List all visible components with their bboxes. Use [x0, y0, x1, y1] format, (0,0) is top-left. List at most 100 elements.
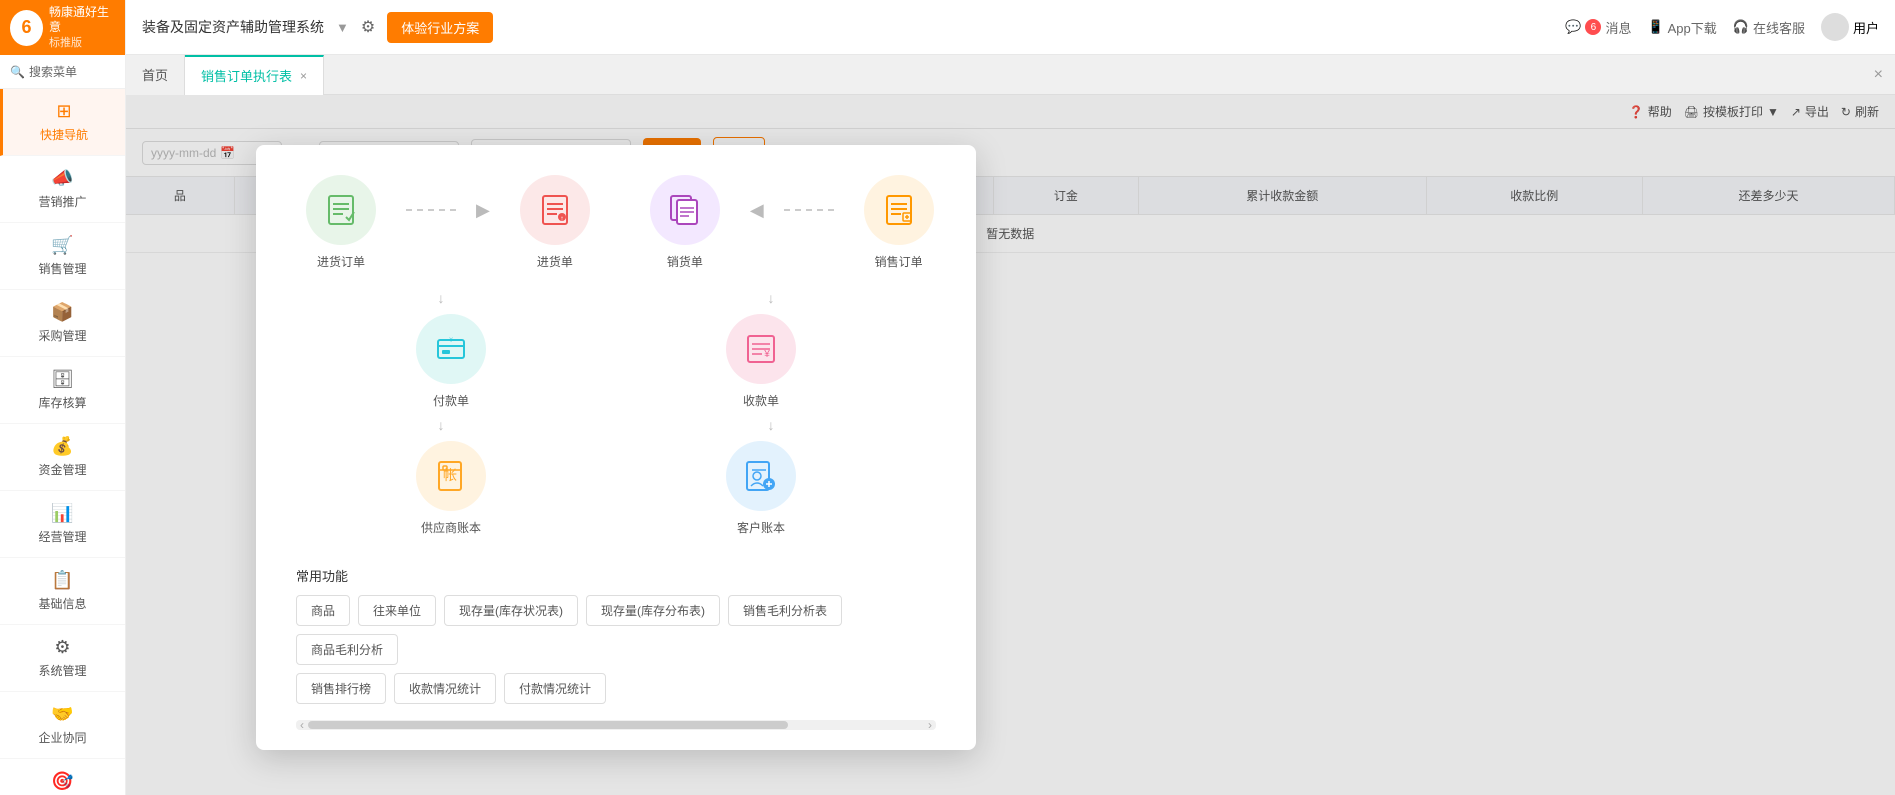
- customer-ledger-circle: [726, 441, 796, 511]
- sidebar-item-purchase[interactable]: 📦 采购管理: [0, 290, 125, 357]
- flow-row-arrows: ↓ ↓: [296, 290, 936, 306]
- purchase-bill-icon: ↑: [537, 192, 573, 228]
- sales-bill-icon: [667, 192, 703, 228]
- payment-icon: ¥: [433, 331, 469, 367]
- func-btn-inventory-status[interactable]: 现存量(库存状况表): [444, 595, 578, 626]
- tab-sales-order[interactable]: 销售订单执行表 ×: [185, 55, 324, 95]
- sidebar-item-quick-nav[interactable]: ⊞ 快捷导航: [0, 89, 125, 156]
- flow-item-payment[interactable]: ¥ 付款单: [406, 314, 496, 409]
- content-area: ❓ 帮助 🖨 按模板打印 ▼ ↗ 导出 ↻ 刷新: [126, 95, 1895, 795]
- flow-item-sales-order[interactable]: 销售订单: [854, 175, 944, 270]
- down-arrow-sales: ↓: [716, 290, 826, 306]
- sidebar-item-basic[interactable]: 📋 基础信息: [0, 558, 125, 625]
- newbie-icon: 🎯: [51, 771, 73, 792]
- message-badge: 6: [1585, 19, 1601, 35]
- scroll-right-icon[interactable]: ›: [924, 718, 936, 732]
- sidebar-item-system[interactable]: ⚙ 系统管理: [0, 625, 125, 692]
- try-industry-button[interactable]: 体验行业方案: [387, 12, 493, 43]
- payment-circle: ¥: [416, 314, 486, 384]
- logo-text: 畅康通好生意 标推版: [49, 5, 115, 50]
- sidebar-item-sales[interactable]: 🛒 销售管理: [0, 223, 125, 290]
- quick-nav-modal: 进货订单 ▶: [256, 145, 976, 750]
- basic-icon: 📋: [51, 570, 73, 591]
- purchase-order-circle: [306, 175, 376, 245]
- marketing-icon: 📣: [51, 168, 73, 189]
- func-buttons-row1: 商品 往来单位 现存量(库存状况表) 现存量(库存分布表) 销售毛利分析表 商品…: [296, 595, 936, 665]
- purchase-bill-label: 进货单: [537, 253, 573, 270]
- down-arrow-receipt: ↓: [716, 417, 826, 433]
- finance-icon: 💰: [51, 436, 73, 457]
- message-btn[interactable]: 💬 6 消息: [1565, 18, 1631, 37]
- customer-ledger-icon: [743, 458, 779, 494]
- func-btn-partner[interactable]: 往来单位: [358, 595, 436, 626]
- window-close-icon[interactable]: ×: [1862, 66, 1895, 84]
- sales-bill-label: 销货单: [667, 253, 703, 270]
- modal-scrollbar[interactable]: ‹ ›: [296, 720, 936, 730]
- system-icon: ⚙: [54, 637, 70, 658]
- sidebar-item-marketing[interactable]: 📣 营销推广: [0, 156, 125, 223]
- sidebar-item-business[interactable]: 📊 经营管理: [0, 491, 125, 558]
- tabs-bar: 首页 销售订单执行表 × ×: [126, 55, 1895, 95]
- sidebar-item-finance[interactable]: 💰 资金管理: [0, 424, 125, 491]
- enterprise-icon: 🤝: [51, 704, 73, 725]
- flow-item-purchase-bill[interactable]: ↑ 进货单: [510, 175, 600, 270]
- dropdown-arrow-icon[interactable]: ▼: [336, 20, 349, 35]
- flow-item-sales-bill[interactable]: 销货单: [640, 175, 730, 270]
- sidebar-item-inventory[interactable]: 🗄 库存核算: [0, 357, 125, 424]
- sales-order-label: 销售订单: [875, 253, 923, 270]
- user-avatar: [1821, 13, 1849, 41]
- sales-order-circle: [864, 175, 934, 245]
- customer-ledger-label: 客户账本: [737, 519, 785, 536]
- sidebar-item-enterprise[interactable]: 🤝 企业协同: [0, 692, 125, 759]
- common-funcs-title: 常用功能: [296, 566, 936, 585]
- sales-order-icon: [881, 192, 917, 228]
- common-functions: 常用功能 商品 往来单位 现存量(库存状况表) 现存量(库存分布表) 销售毛利分…: [296, 566, 936, 704]
- arrow-head-2: ◀: [750, 200, 764, 221]
- func-btn-sales-rank[interactable]: 销售排行榜: [296, 673, 386, 704]
- func-btn-inventory-dist[interactable]: 现存量(库存分布表): [586, 595, 720, 626]
- func-btn-product[interactable]: 商品: [296, 595, 350, 626]
- modal-overlay[interactable]: 进货订单 ▶: [126, 95, 1895, 795]
- arrow-1: [406, 209, 456, 211]
- user-area[interactable]: 用户: [1821, 13, 1879, 41]
- func-btn-product-margin[interactable]: 商品毛利分析: [296, 634, 398, 665]
- arrow-2: [784, 209, 834, 211]
- svg-text:↑: ↑: [560, 216, 564, 223]
- scroll-left-icon[interactable]: ‹: [296, 718, 308, 732]
- main-area: 装备及固定资产辅助管理系统 ▼ ⚙ 体验行业方案 💬 6 消息 📱 App下载 …: [126, 0, 1895, 795]
- receipt-label: 收款单: [743, 392, 779, 409]
- purchase-icon: 📦: [51, 302, 73, 323]
- func-btn-receipt-stats[interactable]: 收款情况统计: [394, 673, 496, 704]
- sales-icon: 🛒: [51, 235, 73, 256]
- inventory-icon: 🗄: [51, 369, 74, 390]
- app-download-btn[interactable]: 📱 App下载: [1647, 18, 1716, 37]
- header-actions: 💬 6 消息 📱 App下载 🎧 在线客服 用户: [1565, 13, 1879, 41]
- supplier-ledger-circle: 帐: [416, 441, 486, 511]
- sidebar-logo: 6 畅康通好生意 标推版: [0, 0, 125, 55]
- flow-item-receipt[interactable]: ¥ 收款单: [716, 314, 806, 409]
- purchase-order-icon: [323, 192, 359, 228]
- tab-close-icon[interactable]: ×: [300, 69, 307, 83]
- down-arrow-payment: ↓: [386, 417, 496, 433]
- flow-row-2: ¥ 付款单: [296, 314, 936, 409]
- search-icon: 🔍: [10, 65, 25, 79]
- sidebar: 6 畅康通好生意 标推版 🔍 搜索菜单 ⊞ 快捷导航 📣 营销推广 🛒 销售管理: [0, 0, 126, 795]
- tab-home[interactable]: 首页: [126, 55, 185, 95]
- func-btn-sales-margin[interactable]: 销售毛利分析表: [728, 595, 842, 626]
- logo-icon: 6: [10, 10, 43, 46]
- sidebar-search[interactable]: 🔍 搜索菜单: [0, 55, 125, 89]
- func-btn-payment-stats[interactable]: 付款情况统计: [504, 673, 606, 704]
- settings-icon[interactable]: ⚙: [361, 17, 375, 37]
- download-icon: 📱: [1647, 19, 1663, 35]
- flow-item-supplier-ledger[interactable]: 帐 供应商账本: [406, 441, 496, 536]
- supplier-ledger-label: 供应商账本: [421, 519, 481, 536]
- business-icon: 📊: [51, 503, 73, 524]
- sidebar-item-newbie[interactable]: 🎯 新手引导: [0, 759, 125, 795]
- flow-item-purchase-order[interactable]: 进货订单: [296, 175, 386, 270]
- payment-label: 付款单: [433, 392, 469, 409]
- online-service-btn[interactable]: 🎧 在线客服: [1733, 18, 1805, 37]
- arrow-head-1: ▶: [476, 200, 490, 221]
- flow-item-customer-ledger[interactable]: 客户账本: [716, 441, 806, 536]
- flow-row-3: 帐 供应商账本: [296, 441, 936, 536]
- scroll-thumb: [308, 721, 788, 729]
